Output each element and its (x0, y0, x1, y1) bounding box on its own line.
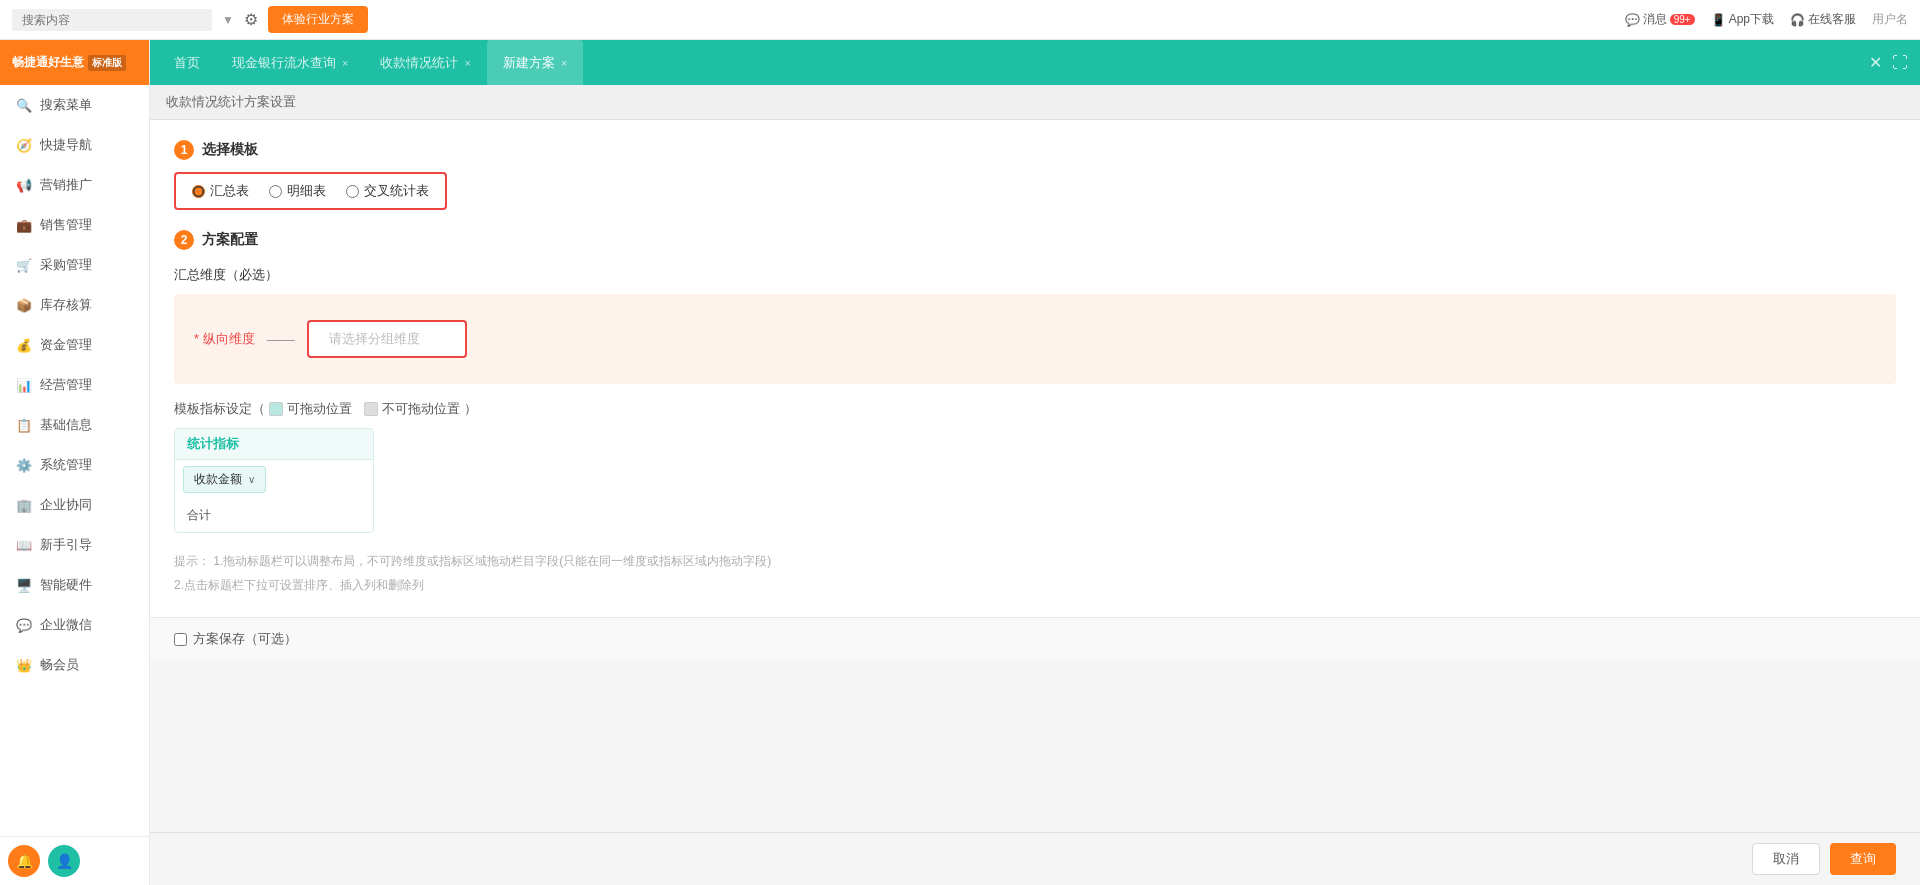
tab-bank-flow[interactable]: 现金银行流水查询 × (216, 40, 364, 85)
hardware-icon: 🖥️ (16, 578, 32, 593)
online-service-btn[interactable]: 🎧 在线客服 (1790, 11, 1856, 28)
save-checkbox-label[interactable]: 方案保存（可选） (174, 630, 297, 648)
sidebar-item-search[interactable]: 🔍 搜索菜单 (0, 85, 149, 125)
tab-bank-flow-close[interactable]: × (342, 57, 348, 69)
purchase-icon: 🛒 (16, 258, 32, 273)
guide-icon: 📖 (16, 538, 32, 553)
sidebar-bottom-icon2[interactable]: 👤 (48, 845, 80, 877)
sidebar-item-inventory[interactable]: 📦 库存核算 (0, 285, 149, 325)
service-icon: 🎧 (1790, 13, 1805, 27)
step1-label: 选择模板 (202, 141, 258, 159)
messages-badge: 99+ (1670, 14, 1695, 25)
dimension-title: 汇总维度（必选） (174, 266, 1896, 284)
tab-receipt-stats-close[interactable]: × (464, 57, 470, 69)
search-input[interactable] (12, 9, 212, 31)
save-checkbox[interactable] (174, 633, 187, 646)
non-draggable-label: 不可拖动位置 (382, 400, 460, 418)
dimension-select-box[interactable]: 请选择分组维度 (307, 320, 467, 358)
sidebar-item-member[interactable]: 👑 畅会员 (0, 645, 149, 685)
logo-area: 畅捷通好生意 标准版 (0, 40, 149, 85)
app-download-btn[interactable]: 📱 App下载 (1711, 11, 1774, 28)
cancel-button[interactable]: 取消 (1752, 843, 1820, 875)
sidebar-item-operations[interactable]: 📊 经营管理 (0, 365, 149, 405)
radio-huizong[interactable]: 汇总表 (192, 182, 249, 200)
sidebar-item-guide[interactable]: 📖 新手引导 (0, 525, 149, 565)
tab-home[interactable]: 首页 (158, 40, 216, 85)
basic-info-icon: 📋 (16, 418, 32, 433)
navigation-icon: 🧭 (16, 138, 32, 153)
tip2: 2.点击标题栏下拉可设置排序、插入列和删除列 (174, 573, 1896, 597)
industry-btn[interactable]: 体验行业方案 (268, 6, 368, 33)
sidebar-item-enterprise[interactable]: 🏢 企业协同 (0, 485, 149, 525)
message-icon: 💬 (1625, 13, 1640, 27)
operations-icon: 📊 (16, 378, 32, 393)
dimension-arrow: —— (267, 331, 295, 347)
tip1: 提示： 1.拖动标题栏可以调整布局，不可跨维度或指标区域拖动栏目字段(只能在同一… (174, 549, 1896, 573)
user-info: 用户名 (1872, 11, 1908, 28)
sales-icon: 💼 (16, 218, 32, 233)
indicator-total-row: 合计 (175, 503, 373, 532)
sidebar-item-wechat[interactable]: 💬 企业微信 (0, 605, 149, 645)
radio-mingxi[interactable]: 明细表 (269, 182, 326, 200)
tab-new-plan[interactable]: 新建方案 × (487, 40, 583, 85)
step2-label: 方案配置 (202, 231, 258, 249)
step2-number: 2 (174, 230, 194, 250)
dropdown-icon: ▼ (222, 13, 234, 27)
sidebar-item-navigation[interactable]: 🧭 快捷导航 (0, 125, 149, 165)
settings-icon[interactable]: ⚙ (244, 10, 258, 29)
draggable-label: 可拖动位置 (287, 400, 352, 418)
sidebar-item-finance[interactable]: 💰 资金管理 (0, 325, 149, 365)
non-draggable-indicator (364, 402, 378, 416)
sidebar-item-marketing[interactable]: 📢 营销推广 (0, 165, 149, 205)
window-close-icon[interactable]: ✕ (1869, 53, 1882, 72)
tab-new-plan-close[interactable]: × (561, 57, 567, 69)
dropdown-arrow-icon: ∨ (248, 474, 255, 485)
inventory-icon: 📦 (16, 298, 32, 313)
tab-receipt-stats[interactable]: 收款情况统计 × (364, 40, 486, 85)
logo-text: 畅捷通好生意 (12, 54, 84, 71)
radio-jiaocha[interactable]: 交叉统计表 (346, 182, 429, 200)
sidebar-item-basic-info[interactable]: 📋 基础信息 (0, 405, 149, 445)
sidebar-item-system[interactable]: ⚙️ 系统管理 (0, 445, 149, 485)
indicators-config-label: 模板指标设定（ (174, 400, 265, 418)
window-maximize-icon[interactable]: ⛶ (1892, 54, 1908, 72)
indicator-tag-receipt[interactable]: 收款金额 ∨ (183, 466, 266, 493)
draggable-indicator (269, 402, 283, 416)
sidebar-item-hardware[interactable]: 🖥️ 智能硬件 (0, 565, 149, 605)
member-icon: 👑 (16, 658, 32, 673)
messages-btn[interactable]: 💬 消息 99+ (1625, 11, 1695, 28)
system-icon: ⚙️ (16, 458, 32, 473)
marketing-icon: 📢 (16, 178, 32, 193)
query-button[interactable]: 查询 (1830, 843, 1896, 875)
wechat-icon: 💬 (16, 618, 32, 633)
sidebar-item-purchase[interactable]: 🛒 采购管理 (0, 245, 149, 285)
finance-icon: 💰 (16, 338, 32, 353)
sidebar-bottom-icon1[interactable]: 🔔 (8, 845, 40, 877)
step1-number: 1 (174, 140, 194, 160)
dimension-row-label: * 纵向维度 (194, 330, 255, 348)
logo-tag: 标准版 (88, 55, 126, 71)
enterprise-icon: 🏢 (16, 498, 32, 513)
breadcrumb: 收款情况统计方案设置 (150, 85, 1920, 120)
indicators-section-label: 统计指标 (175, 429, 373, 460)
download-icon: 📱 (1711, 13, 1726, 27)
search-icon: 🔍 (16, 98, 32, 113)
sidebar-item-sales[interactable]: 💼 销售管理 (0, 205, 149, 245)
